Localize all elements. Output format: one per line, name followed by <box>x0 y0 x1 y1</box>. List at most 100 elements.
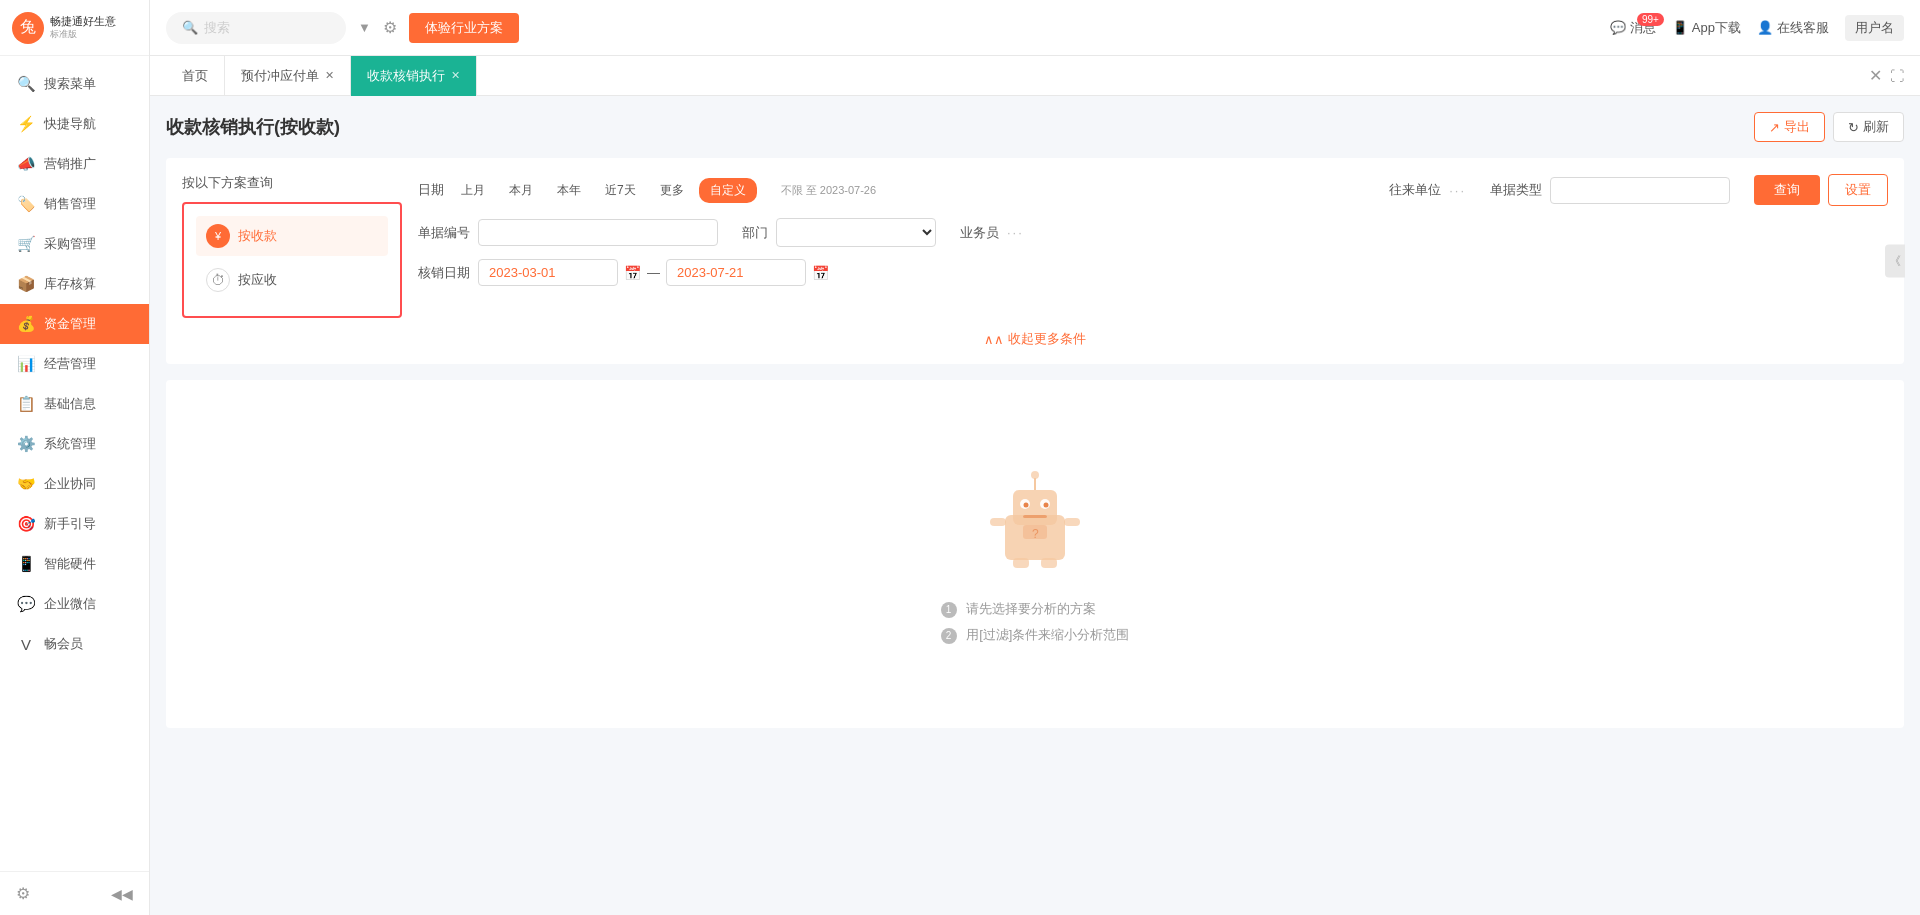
verify-date-end-input[interactable] <box>666 259 806 286</box>
app-name: 畅捷通好生意 <box>50 14 116 28</box>
main-area: 🔍 搜索 ▼ ⚙ 体验行业方案 💬 消息 99+ 📱 App下载 👤 在线客服 … <box>150 0 1920 915</box>
sidebar-item-4[interactable]: 🛒采购管理 <box>0 224 149 264</box>
online-service-button[interactable]: 👤 在线客服 <box>1757 19 1829 37</box>
calendar-start-icon[interactable]: 📅 <box>624 265 641 281</box>
setting-button[interactable]: 设置 <box>1828 174 1888 206</box>
user-menu[interactable]: 用户名 <box>1845 15 1904 41</box>
app-icon: 📱 <box>1672 20 1688 35</box>
topbar-gear-icon[interactable]: ⚙ <box>383 18 397 37</box>
collapse-sidebar-btn[interactable]: 《 <box>1885 245 1905 278</box>
collapse-sidebar-icon[interactable]: ◀◀ <box>111 886 133 902</box>
filter-date-item: 日期 上月 本月 本年 近7天 更多 自定义 <box>418 178 757 203</box>
sidebar-item-11[interactable]: 🎯新手引导 <box>0 504 149 544</box>
sidebar-item-13[interactable]: 💬企业微信 <box>0 584 149 624</box>
sidebar-item-2[interactable]: 📣营销推广 <box>0 144 149 184</box>
refresh-button[interactable]: ↻ 刷新 <box>1833 112 1904 142</box>
sidebar-item-0[interactable]: 🔍 搜索菜单 <box>0 64 149 104</box>
svg-point-8 <box>1031 471 1039 479</box>
menu-icon-8: 📋 <box>16 394 36 414</box>
tab-home[interactable]: 首页 <box>166 56 225 96</box>
sidebar-item-6[interactable]: 💰资金管理 <box>0 304 149 344</box>
expand-icon[interactable]: ⛶ <box>1890 68 1904 84</box>
filter-row-3: 核销日期 📅 — 📅 <box>418 259 1888 286</box>
search-setting-group: 查询 设置 <box>1754 174 1888 206</box>
filter-option-by-receipt[interactable]: ¥ 按收款 <box>196 216 388 256</box>
menu-label-3: 销售管理 <box>44 195 96 213</box>
menu-icon-0: 🔍 <box>16 74 36 94</box>
industry-solution-button[interactable]: 体验行业方案 <box>409 13 519 43</box>
sidebar-menu: 🔍 搜索菜单 ⚡ 快捷导航 📣营销推广🏷️销售管理🛒采购管理📦库存核算💰资金管理📊经营管… <box>0 56 149 871</box>
date-btn-7days[interactable]: 近7天 <box>596 178 645 203</box>
date-separator: — <box>647 265 660 280</box>
tab-actions: ✕ ⛶ <box>1869 66 1904 85</box>
sidebar-item-5[interactable]: 📦库存核算 <box>0 264 149 304</box>
filter-right: 日期 上月 本月 本年 近7天 更多 自定义 不限 至 2023-0 <box>418 174 1888 286</box>
topbar: 🔍 搜索 ▼ ⚙ 体验行业方案 💬 消息 99+ 📱 App下载 👤 在线客服 … <box>150 0 1920 56</box>
tab-prepay-close-icon[interactable]: ✕ <box>325 69 334 82</box>
tab-verify-close-icon[interactable]: ✕ <box>451 69 460 82</box>
sidebar-item-7[interactable]: 📊经营管理 <box>0 344 149 384</box>
message-button[interactable]: 💬 消息 99+ <box>1610 19 1656 37</box>
date-quick-options: 上月 本月 本年 近7天 更多 自定义 <box>452 178 757 203</box>
filter-employee-item: 业务员 ··· <box>960 224 1024 242</box>
sidebar-item-3[interactable]: 🏷️销售管理 <box>0 184 149 224</box>
doc-no-input[interactable] <box>478 219 718 246</box>
empty-state: ? 1 请先选择要分析的方案 2 用[过滤]条件来缩小分析范围 <box>166 380 1904 728</box>
sidebar-item-12[interactable]: 📱智能硬件 <box>0 544 149 584</box>
dept-select[interactable] <box>776 218 936 247</box>
tip-text-2: 用[过滤]条件来缩小分析范围 <box>966 627 1129 642</box>
filter-option-by-receivable[interactable]: ⏱ 按应收 <box>196 260 388 300</box>
tabbar: 首页 预付冲应付单 ✕ 收款核销执行 ✕ ✕ ⛶ <box>150 56 1920 96</box>
topbar-search[interactable]: 🔍 搜索 <box>166 12 346 44</box>
date-btn-more[interactable]: 更多 <box>651 178 693 203</box>
menu-icon-4: 🛒 <box>16 234 36 254</box>
empty-tips: 1 请先选择要分析的方案 2 用[过滤]条件来缩小分析范围 <box>941 596 1130 648</box>
export-button[interactable]: ↗ 导出 <box>1754 112 1825 142</box>
settings-icon[interactable]: ⚙ <box>16 884 30 903</box>
message-icon: 💬 <box>1610 20 1626 35</box>
search-button[interactable]: 查询 <box>1754 175 1820 205</box>
doc-type-select[interactable] <box>1550 177 1730 204</box>
menu-icon-1: ⚡ <box>16 114 36 134</box>
menu-label-0: 搜索菜单 <box>44 75 96 93</box>
tab-prepay[interactable]: 预付冲应付单 ✕ <box>225 56 351 96</box>
partner-dots: ··· <box>1449 183 1466 198</box>
topbar-chevron-icon[interactable]: ▼ <box>358 20 371 35</box>
sidebar-item-10[interactable]: 🤝企业协同 <box>0 464 149 504</box>
refresh-icon: ↻ <box>1848 120 1859 135</box>
collapse-more-btn[interactable]: ∧∧ 收起更多条件 <box>182 330 1888 348</box>
collapse-more-label: 收起更多条件 <box>1008 330 1086 348</box>
close-all-tabs-icon[interactable]: ✕ <box>1869 66 1882 85</box>
tab-verify-label: 收款核销执行 <box>367 67 445 85</box>
tab-verify[interactable]: 收款核销执行 ✕ <box>351 56 477 96</box>
date-btn-last-month[interactable]: 上月 <box>452 178 494 203</box>
message-badge: 99+ <box>1637 13 1664 26</box>
employee-dots: ··· <box>1007 225 1024 240</box>
filter-sidebar: 按以下方案查询 ¥ 按收款 ⏱ 按应收 <box>182 174 402 318</box>
svg-rect-10 <box>1064 518 1080 526</box>
menu-label-1: 快捷导航 <box>44 115 96 133</box>
sidebar-item-9[interactable]: ⚙️系统管理 <box>0 424 149 464</box>
sidebar-item-14[interactable]: V畅会员 <box>0 624 149 664</box>
filter-docno-item: 单据编号 <box>418 219 718 246</box>
sidebar-item-8[interactable]: 📋基础信息 <box>0 384 149 424</box>
page-title: 收款核销执行(按收款) <box>166 115 340 139</box>
sidebar: 兔 畅捷通好生意 标准版 🔍搜索菜单⚡快捷导航📣营销推广🏷️销售管理🛒采购管理📦… <box>0 0 150 915</box>
filter-dept-label: 部门 <box>742 224 768 242</box>
menu-icon-14: V <box>16 634 36 654</box>
date-btn-this-month[interactable]: 本月 <box>500 178 542 203</box>
sidebar-item-1[interactable]: ⚡ 快捷导航 <box>0 104 149 144</box>
search-placeholder: 搜索 <box>204 19 230 37</box>
menu-label-6: 资金管理 <box>44 315 96 333</box>
menu-icon-10: 🤝 <box>16 474 36 494</box>
svg-point-5 <box>1044 503 1049 508</box>
menu-icon-13: 💬 <box>16 594 36 614</box>
app-download-button[interactable]: 📱 App下载 <box>1672 19 1741 37</box>
calendar-end-icon[interactable]: 📅 <box>812 265 829 281</box>
date-btn-this-year[interactable]: 本年 <box>548 178 590 203</box>
date-btn-custom[interactable]: 自定义 <box>699 178 757 203</box>
verify-date-start-input[interactable] <box>478 259 618 286</box>
filter-by-receivable-label: 按应收 <box>238 271 277 289</box>
svg-rect-6 <box>1023 515 1047 518</box>
topbar-right: 💬 消息 99+ 📱 App下载 👤 在线客服 用户名 <box>1610 15 1904 41</box>
